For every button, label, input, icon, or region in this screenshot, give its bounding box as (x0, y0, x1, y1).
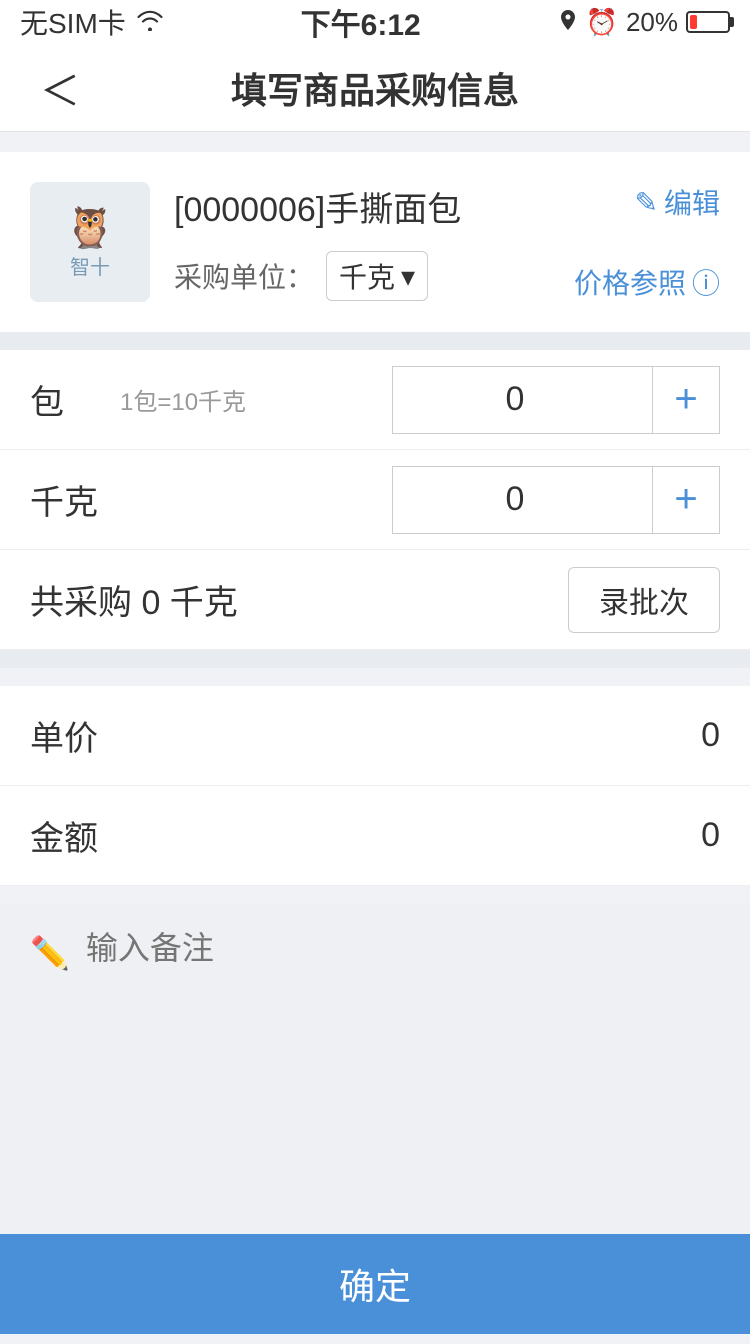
edit-icon: ✎ (635, 186, 658, 219)
remark-input[interactable] (86, 930, 720, 967)
unit-price-value: 0 (701, 716, 720, 755)
status-time: 下午6:12 (301, 0, 421, 44)
wifi-icon (136, 6, 164, 38)
kg-label: 千克 (30, 475, 110, 524)
product-image: 🦉 智十 (30, 182, 150, 302)
bag-label: 包 (30, 375, 110, 424)
purchase-unit-label: 采购单位： (174, 256, 314, 296)
product-logo-text: 智十 (70, 251, 110, 280)
info-section: 单价 0 金额 0 (0, 686, 750, 886)
batch-button[interactable]: 录批次 (568, 567, 720, 633)
unit-price-row: 单价 0 (0, 686, 750, 786)
alarm-icon: ⏰ (586, 7, 618, 38)
status-bar: 无SIM卡 下午6:12 ⏰ 20% (0, 0, 750, 44)
edit-label: 编辑 (664, 182, 720, 222)
nav-bar: ＜ 填写商品采购信息 (0, 44, 750, 132)
kg-plus-button[interactable]: + (652, 466, 720, 534)
price-ref-label: 价格参照 (574, 262, 686, 302)
status-right: ⏰ 20% (558, 7, 730, 38)
battery-icon (686, 11, 730, 33)
price-ref-help-icon: ⓘ (692, 262, 720, 302)
back-button[interactable]: ＜ (30, 49, 90, 127)
location-icon (558, 7, 578, 38)
product-card: 🦉 智十 [0000006]手撕面包 采购单位： 千克 ▾ ✎ 编辑 价格参照 … (0, 152, 750, 332)
bag-quantity-input[interactable] (392, 366, 652, 434)
bag-plus-button[interactable]: + (652, 366, 720, 434)
page-title: 填写商品采购信息 (231, 62, 519, 114)
confirm-button[interactable]: 确定 (0, 1234, 750, 1334)
kg-input-control: + (392, 466, 720, 534)
kg-quantity-input[interactable] (392, 466, 652, 534)
amount-row: 金额 0 (0, 786, 750, 886)
battery-text: 20% (626, 7, 678, 38)
bag-input-control: + (392, 366, 720, 434)
amount-value: 0 (701, 816, 720, 855)
price-ref-button[interactable]: 价格参照 ⓘ (574, 262, 720, 302)
kg-input-row: 千克 + (0, 450, 750, 550)
remark-section: ✏️ (0, 904, 750, 1244)
unit-dropdown[interactable]: 千克 ▾ (326, 251, 428, 301)
unit-price-label: 单价 (30, 711, 98, 760)
dropdown-arrow-icon: ▾ (401, 260, 415, 293)
divider-1 (0, 332, 750, 350)
pencil-icon: ✏️ (30, 934, 70, 972)
input-section: 包 1包=10千克 + 千克 + (0, 350, 750, 550)
divider-2 (0, 650, 750, 668)
amount-label: 金额 (30, 811, 98, 860)
product-logo-icon: 🦉 (65, 204, 115, 251)
carrier-text: 无SIM卡 (20, 2, 126, 42)
unit-value: 千克 (339, 256, 395, 296)
edit-button[interactable]: ✎ 编辑 (635, 182, 720, 222)
bag-input-row: 包 1包=10千克 + (0, 350, 750, 450)
status-left: 无SIM卡 (20, 2, 164, 42)
summary-row: 共采购 0 千克 录批次 (0, 550, 750, 650)
bag-sublabel: 1包=10千克 (120, 382, 246, 417)
total-text: 共采购 0 千克 (30, 575, 238, 624)
